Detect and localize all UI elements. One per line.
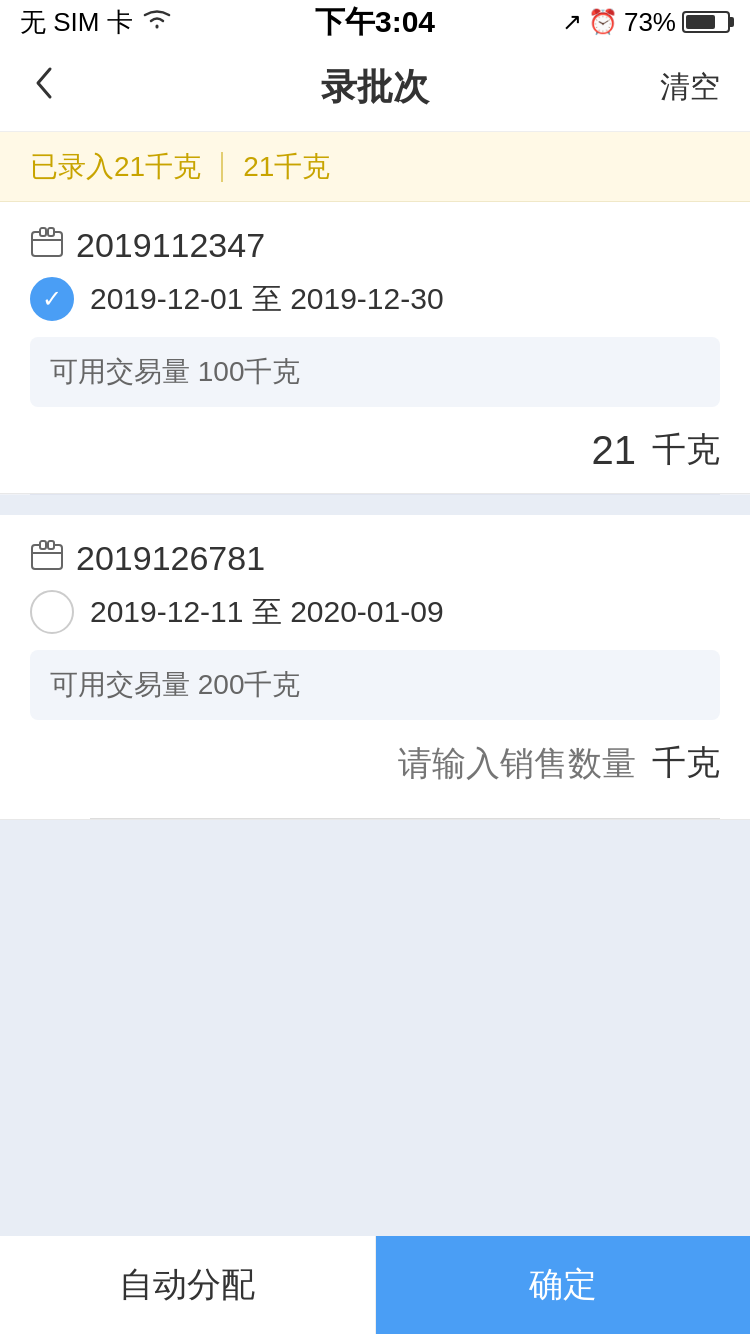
- confirm-button[interactable]: 确定: [376, 1236, 751, 1334]
- batch-1-input-row: 21 千克: [0, 407, 750, 494]
- alarm-icon: ⏰: [588, 8, 618, 36]
- batch-2-date-row[interactable]: 2019-12-11 至 2020-01-09: [30, 590, 720, 634]
- batch-2-date: 2019-12-11 至 2020-01-09: [90, 592, 444, 633]
- battery-icon: [682, 11, 730, 33]
- section-gap: [0, 495, 750, 515]
- check-icon-1: ✓: [42, 285, 62, 313]
- svg-rect-6: [48, 541, 54, 549]
- location-icon: ↗: [562, 8, 582, 36]
- entered-label: 已录入21千克: [30, 148, 201, 186]
- status-left: 无 SIM 卡: [20, 5, 173, 40]
- batch-item-1: 2019112347 ✓ 2019-12-01 至 2019-12-30 可用交…: [0, 202, 750, 407]
- page-title: 录批次: [321, 63, 429, 112]
- svg-rect-0: [32, 232, 62, 256]
- status-bar: 无 SIM 卡 下午3:04 ↗ ⏰ 73%: [0, 0, 750, 44]
- summary-banner: 已录入21千克 21千克: [0, 132, 750, 202]
- svg-rect-2: [48, 228, 54, 236]
- wifi-icon: [141, 7, 173, 38]
- batch-2-unit: 千克: [652, 740, 720, 786]
- footer: 自动分配 确定: [0, 1236, 750, 1334]
- batch-2-header: 2019126781: [30, 539, 720, 578]
- svg-rect-5: [40, 541, 46, 549]
- batch-icon-1: [30, 226, 64, 265]
- clear-button[interactable]: 清空: [660, 67, 720, 108]
- batch-icon-2: [30, 539, 64, 578]
- back-button[interactable]: [30, 61, 90, 114]
- batch-2-id: 2019126781: [76, 539, 265, 578]
- batch-1-quantity: 21: [592, 428, 637, 473]
- batch-2-availability: 可用交易量 200千克: [30, 650, 720, 720]
- status-right: ↗ ⏰ 73%: [562, 7, 730, 38]
- batch-item-2: 2019126781 2019-12-11 至 2020-01-09 可用交易量…: [0, 515, 750, 720]
- batch-2-input-row: 千克: [0, 720, 750, 820]
- input-underline-2: [90, 818, 720, 819]
- svg-rect-1: [40, 228, 46, 236]
- batch-1-id: 2019112347: [76, 226, 265, 265]
- batch-1-date-row[interactable]: ✓ 2019-12-01 至 2019-12-30: [30, 277, 720, 321]
- batch-1-radio[interactable]: ✓: [30, 277, 74, 321]
- nav-bar: 录批次 清空: [0, 44, 750, 132]
- summary-divider: [221, 152, 223, 182]
- summary-value: 21千克: [243, 148, 330, 186]
- batch-2-radio[interactable]: [30, 590, 74, 634]
- batch-2-quantity-input[interactable]: [336, 744, 636, 783]
- svg-rect-4: [32, 545, 62, 569]
- batch-1-availability: 可用交易量 100千克: [30, 337, 720, 407]
- battery-percentage: 73%: [624, 7, 676, 38]
- batch-1-header: 2019112347: [30, 226, 720, 265]
- batch-1-unit: 千克: [652, 427, 720, 473]
- status-time: 下午3:04: [315, 2, 435, 43]
- carrier-text: 无 SIM 卡: [20, 5, 133, 40]
- batch-1-date: 2019-12-01 至 2019-12-30: [90, 279, 444, 320]
- auto-distribute-button[interactable]: 自动分配: [0, 1236, 376, 1334]
